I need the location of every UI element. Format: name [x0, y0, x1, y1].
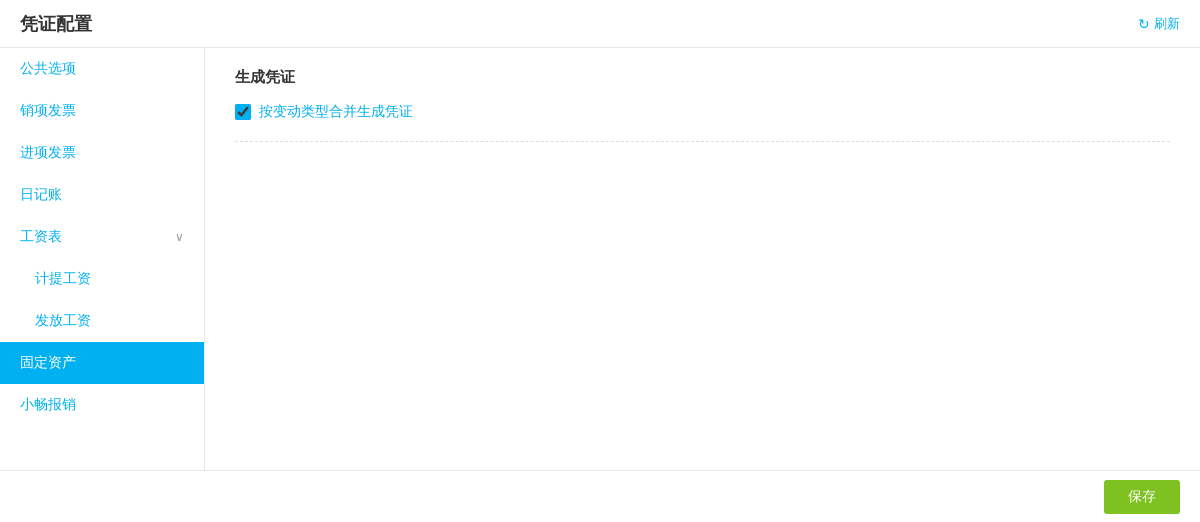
checkbox-row: 按变动类型合并生成凭证 [235, 103, 1170, 121]
sidebar-label-payroll-accrual: 计提工资 [35, 270, 91, 288]
save-button[interactable]: 保存 [1104, 480, 1180, 514]
sidebar-item-purchase-invoice[interactable]: 进项发票 [0, 132, 204, 174]
sidebar-item-fixed-assets[interactable]: 固定资产 [0, 342, 204, 384]
content-area: 生成凭证 按变动类型合并生成凭证 [205, 48, 1200, 470]
refresh-icon: ↻ [1138, 16, 1150, 32]
sidebar: 公共选项销项发票进项发票日记账工资表 ∨ 计提工资发放工资固定资产小畅报销 [0, 48, 205, 470]
sidebar-label-payroll-sheet: 工资表 [20, 228, 62, 246]
sidebar-item-payroll-sheet[interactable]: 工资表 ∨ [0, 216, 204, 258]
header: 凭证配置 ↻ 刷新 [0, 0, 1200, 48]
sidebar-label-payroll-disbursement: 发放工资 [35, 312, 91, 330]
section-divider [235, 141, 1170, 142]
sidebar-item-journal[interactable]: 日记账 [0, 174, 204, 216]
section-title: 生成凭证 [235, 68, 1170, 87]
page-title: 凭证配置 [20, 12, 92, 36]
refresh-label: 刷新 [1154, 15, 1180, 33]
sidebar-label-sales-invoice: 销项发票 [20, 102, 76, 120]
merge-by-type-label[interactable]: 按变动类型合并生成凭证 [259, 103, 413, 121]
chevron-down-icon: ∨ [175, 230, 184, 244]
sidebar-label-expense-reimbursement: 小畅报销 [20, 396, 76, 414]
merge-by-type-checkbox[interactable] [235, 104, 251, 120]
sidebar-label-purchase-invoice: 进项发票 [20, 144, 76, 162]
sidebar-item-public-options[interactable]: 公共选项 [0, 48, 204, 90]
main-content: 公共选项销项发票进项发票日记账工资表 ∨ 计提工资发放工资固定资产小畅报销 生成凭证… [0, 48, 1200, 470]
sidebar-label-public-options: 公共选项 [20, 60, 76, 78]
sidebar-label-journal: 日记账 [20, 186, 62, 204]
sidebar-label-fixed-assets: 固定资产 [20, 354, 76, 372]
refresh-button[interactable]: ↻ 刷新 [1138, 15, 1180, 33]
sidebar-item-sales-invoice[interactable]: 销项发票 [0, 90, 204, 132]
sidebar-item-payroll-disbursement[interactable]: 发放工资 [0, 300, 204, 342]
sidebar-item-expense-reimbursement[interactable]: 小畅报销 [0, 384, 204, 426]
footer: 保存 [0, 470, 1200, 522]
sidebar-item-payroll-accrual[interactable]: 计提工资 [0, 258, 204, 300]
